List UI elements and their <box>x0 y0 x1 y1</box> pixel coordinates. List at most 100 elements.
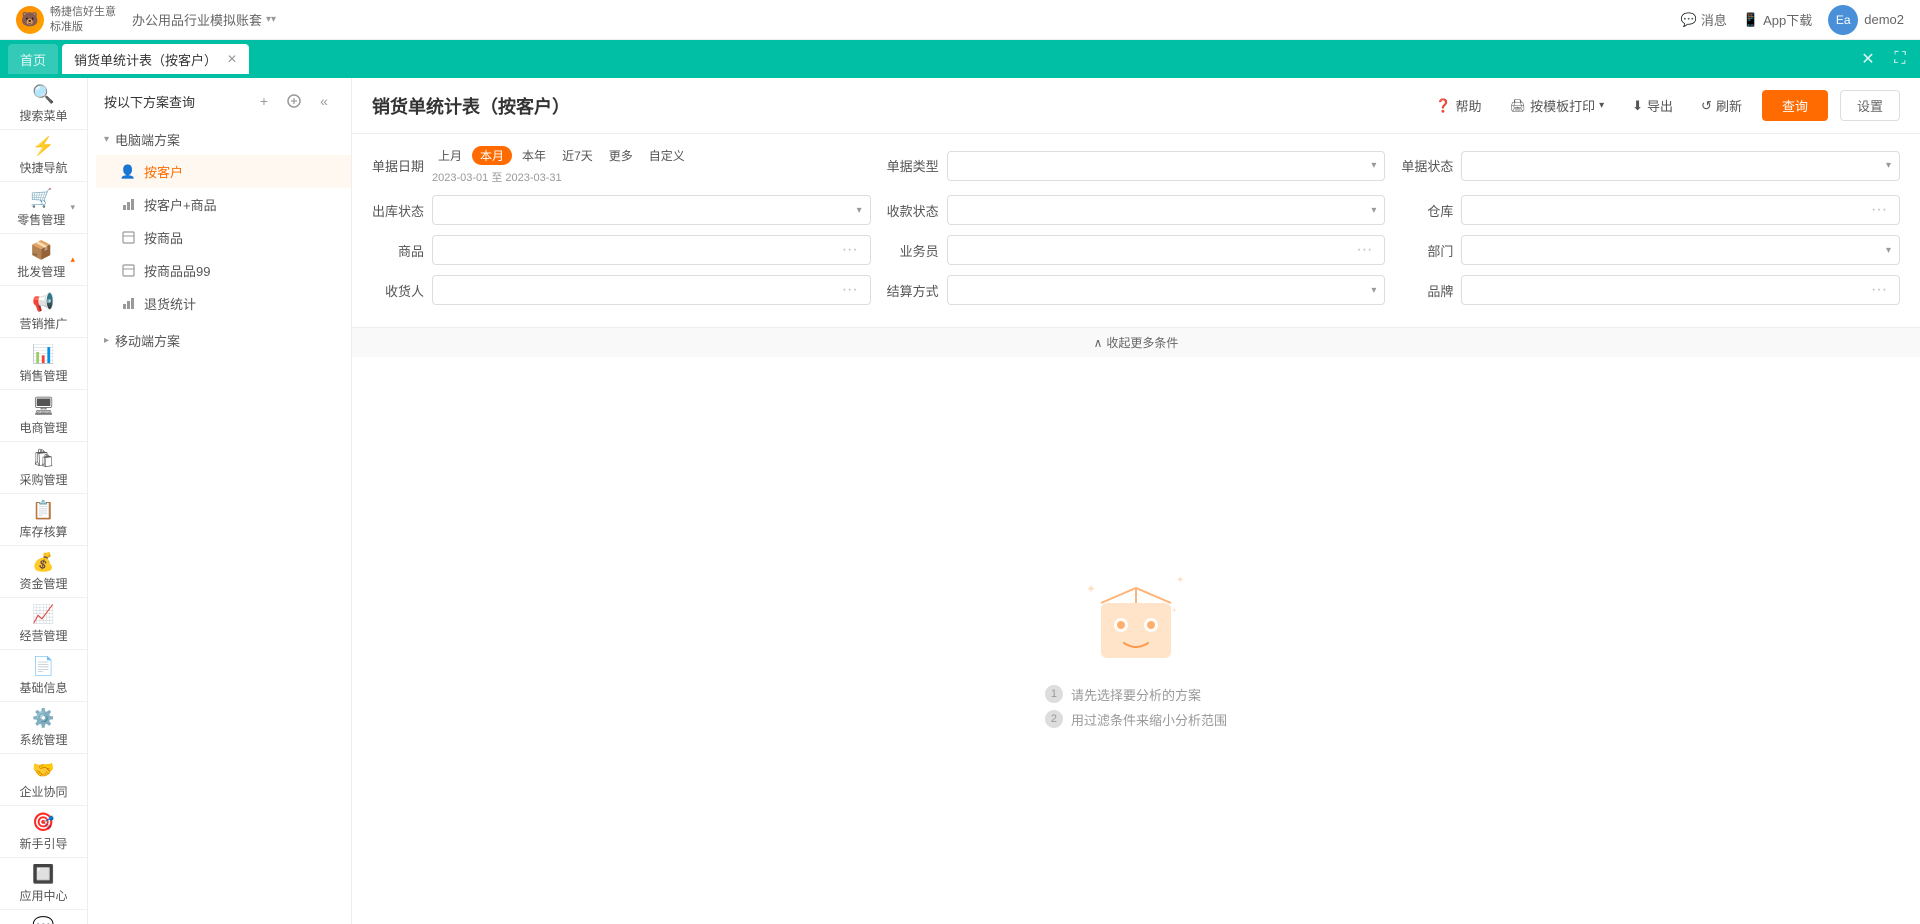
collapse-btn[interactable]: ∧ 收起更多条件 <box>1094 334 1179 351</box>
settings-btn[interactable]: 设置 <box>1840 90 1900 121</box>
tab-close-icon[interactable]: ✕ <box>227 52 237 66</box>
scheme-item-by-customer[interactable]: 👤 按客户 <box>96 155 351 188</box>
sidebar-item-quick-nav[interactable]: ⚡ 快捷导航 <box>0 130 87 182</box>
scheme-group-desktop: ▾ 电脑端方案 👤 按客户 按客户+商品 <box>88 124 351 320</box>
chevron-down-icon: ▾ <box>266 14 276 25</box>
scheme-group-mobile-header[interactable]: ▸ 移动端方案 <box>88 324 351 357</box>
top-header: 🐻 畅捷信好生意 标准版 办公用品行业模拟账套 ▾ 💬 消息 📱 App下载 E… <box>0 0 1920 40</box>
goods-label: 商品 <box>372 241 424 260</box>
out-status-label: 出库状态 <box>372 201 424 220</box>
order-status-select[interactable]: ▾ <box>1461 151 1900 181</box>
filter-field-warehouse: 仓库 ··· <box>1401 195 1900 225</box>
template-print-btn[interactable]: 🖨 按模板打印 ▾ <box>1502 92 1613 119</box>
date-tab-this-year[interactable]: 本年 <box>516 146 552 165</box>
sidebar-item-ecom-mgmt[interactable]: 🖥 电商管理 <box>0 390 87 442</box>
export-icon: ⬇ <box>1632 98 1643 114</box>
content-panel: 按以下方案查询 + « ▾ 电脑端方案 <box>88 78 1920 924</box>
export-btn[interactable]: ⬇ 导出 <box>1624 92 1681 119</box>
query-btn[interactable]: 查询 <box>1762 90 1828 121</box>
filter-row-4: 收货人 ··· 结算方式 ▾ 品牌 <box>372 275 1900 305</box>
consignee-dots-icon[interactable]: ··· <box>842 281 858 299</box>
step-2-num: 2 <box>1045 710 1063 728</box>
guide-icon: 🎯 <box>32 812 54 833</box>
sidebar-item-purchase-mgmt[interactable]: 🛍 采购管理 <box>0 442 87 494</box>
sidebar-item-app-center[interactable]: 🔲 应用中心 <box>0 858 87 910</box>
collapse-row[interactable]: ∧ 收起更多条件 <box>352 327 1920 357</box>
app-download-btn[interactable]: 📱 App下载 <box>1743 10 1812 29</box>
business-icon: 📈 <box>32 604 54 625</box>
date-tab-last-month[interactable]: 上月 <box>432 146 468 165</box>
sidebar-item-enterprise-wechat[interactable]: 💬 企业微信 <box>0 910 87 924</box>
warehouse-label: 仓库 <box>1401 201 1453 220</box>
dept-label: 部门 <box>1401 241 1453 260</box>
collapse-filter-btn[interactable]: « <box>313 90 335 112</box>
sidebar-item-system-mgmt[interactable]: ⚙️ 系统管理 <box>0 702 87 754</box>
filter-field-payment: 结算方式 ▾ <box>887 275 1386 305</box>
payment-select[interactable]: ▾ <box>947 275 1386 305</box>
sidebar-item-new-guide[interactable]: 🎯 新手引导 <box>0 806 87 858</box>
message-icon: 💬 <box>1681 12 1697 28</box>
date-label: 单据日期 <box>372 156 424 175</box>
help-btn[interactable]: ❓ 帮助 <box>1427 92 1489 119</box>
goods-icon <box>120 230 136 246</box>
scheme-item-return-stat[interactable]: 退货统计 <box>96 287 351 320</box>
date-tabs: 上月 本月 本年 近7天 更多 自定义 <box>432 146 871 165</box>
empty-illustration: ✦ ✦ ✦ <box>1076 553 1196 673</box>
sidebar-item-business-mgmt[interactable]: 📈 经营管理 <box>0 598 87 650</box>
tab-home[interactable]: 首页 <box>8 44 58 74</box>
tab-sales-stat[interactable]: 销货单统计表（按客户） ✕ <box>62 44 249 74</box>
user-area[interactable]: Ea demo2 <box>1828 5 1904 35</box>
brand-dots-icon[interactable]: ··· <box>1871 281 1887 299</box>
chevron-down-icon: ▾ <box>1371 160 1376 171</box>
scheme-item-by-goods-99[interactable]: 按商品品99 <box>96 254 351 287</box>
industry-select[interactable]: 办公用品行业模拟账套 ▾ <box>124 6 284 33</box>
download-icon: 📱 <box>1743 12 1759 28</box>
sidebar-item-inventory[interactable]: 📋 库存核算 <box>0 494 87 546</box>
order-type-select[interactable]: ▾ <box>947 151 1386 181</box>
edit-scheme-btn[interactable] <box>283 90 305 112</box>
out-status-select[interactable]: ▾ <box>432 195 871 225</box>
date-tab-this-month[interactable]: 本月 <box>472 146 512 165</box>
date-tab-7days[interactable]: 近7天 <box>556 146 599 165</box>
tab-close-btn[interactable]: ✕ <box>1856 47 1880 71</box>
empty-step-1: 1 请先选择要分析的方案 <box>1045 685 1227 704</box>
date-tab-more[interactable]: 更多 <box>603 146 639 165</box>
sidebar-item-search-menu[interactable]: 🔍 搜索菜单 <box>0 78 87 130</box>
sidebar-item-marketing[interactable]: 📢 营销推广 <box>0 286 87 338</box>
scheme-item-by-customer-goods[interactable]: 按客户+商品 <box>96 188 351 221</box>
message-btn[interactable]: 💬 消息 <box>1681 10 1727 29</box>
scheme-item-by-goods[interactable]: 按商品 <box>96 221 351 254</box>
retail-icon: 🛒 <box>30 188 52 209</box>
receipt-status-select[interactable]: ▾ <box>947 195 1386 225</box>
filter-field-brand: 品牌 ··· <box>1401 275 1900 305</box>
dept-select[interactable]: ▾ <box>1461 235 1900 265</box>
step-1-num: 1 <box>1045 685 1063 703</box>
sidebar-item-sales-mgmt[interactable]: 📊 销售管理 <box>0 338 87 390</box>
goods-dots-icon[interactable]: ··· <box>842 241 858 259</box>
header-left: 🐻 畅捷信好生意 标准版 办公用品行业模拟账套 ▾ <box>16 5 284 34</box>
filter-sidebar: 按以下方案查询 + « ▾ 电脑端方案 <box>88 78 352 924</box>
sidebar-item-retail-mgmt[interactable]: 🛒 零售管理 ▾ <box>0 182 87 234</box>
sidebar-item-enterprise-collab[interactable]: 🤝 企业协同 <box>0 754 87 806</box>
system-icon: ⚙️ <box>32 708 54 729</box>
tab-bar-actions: ✕ ⛶ <box>1856 47 1912 71</box>
print-chevron-icon: ▾ <box>1599 100 1604 111</box>
warehouse-select[interactable]: ··· <box>1461 195 1900 225</box>
add-scheme-btn[interactable]: + <box>253 90 275 112</box>
date-tab-custom[interactable]: 自定义 <box>643 146 691 165</box>
staff-select[interactable]: ··· <box>947 235 1386 265</box>
brand-select[interactable]: ··· <box>1461 275 1900 305</box>
refresh-btn[interactable]: ↺ 刷新 <box>1693 92 1750 119</box>
sidebar-item-basic-info[interactable]: 📄 基础信息 <box>0 650 87 702</box>
sidebar-item-wholesale-mgmt[interactable]: 📦 批发管理 ▴ <box>0 234 87 286</box>
filter-field-order-type: 单据类型 ▾ <box>887 151 1386 181</box>
staff-dots-icon[interactable]: ··· <box>1356 241 1372 259</box>
dots-icon[interactable]: ··· <box>1871 201 1887 219</box>
consignee-select[interactable]: ··· <box>432 275 871 305</box>
filter-form: 单据日期 上月 本月 本年 近7天 更多 自定义 2023-03-01 至 20… <box>352 134 1920 327</box>
goods-select[interactable]: ··· <box>432 235 871 265</box>
marketing-icon: 📢 <box>32 292 54 313</box>
tab-expand-btn[interactable]: ⛶ <box>1888 47 1912 71</box>
scheme-group-desktop-header[interactable]: ▾ 电脑端方案 <box>88 124 351 155</box>
sidebar-item-finance[interactable]: 💰 资金管理 <box>0 546 87 598</box>
